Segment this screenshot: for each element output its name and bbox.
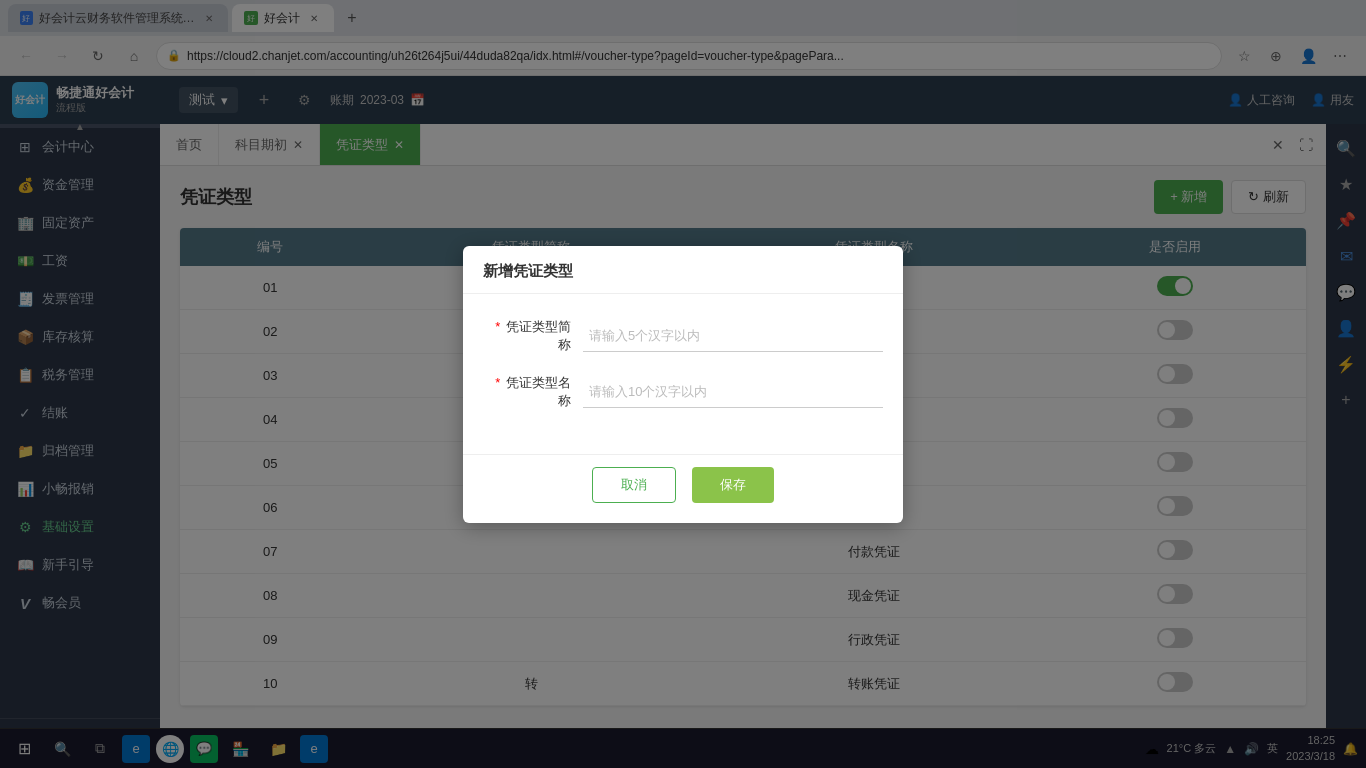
form-row-short: * 凭证类型简称: [483, 318, 883, 354]
field-short-input[interactable]: [583, 320, 883, 352]
form-row-name: * 凭证类型名称: [483, 374, 883, 410]
modal-body: * 凭证类型简称 * 凭证类型名称: [463, 294, 903, 454]
modal-footer: 取消 保存: [463, 454, 903, 523]
required-star-short: *: [495, 319, 500, 334]
modal-title: 新增凭证类型: [483, 262, 573, 279]
form-label-short: * 凭证类型简称: [483, 318, 583, 354]
modal-header: 新增凭证类型: [463, 246, 903, 294]
modal-overlay: 新增凭证类型 * 凭证类型简称 * 凭证类型名称 取消 保存: [0, 0, 1366, 768]
save-button[interactable]: 保存: [692, 467, 774, 503]
cancel-button[interactable]: 取消: [592, 467, 676, 503]
field-name-input[interactable]: [583, 376, 883, 408]
new-voucher-modal: 新增凭证类型 * 凭证类型简称 * 凭证类型名称 取消 保存: [463, 246, 903, 523]
required-star-name: *: [495, 375, 500, 390]
form-label-name: * 凭证类型名称: [483, 374, 583, 410]
